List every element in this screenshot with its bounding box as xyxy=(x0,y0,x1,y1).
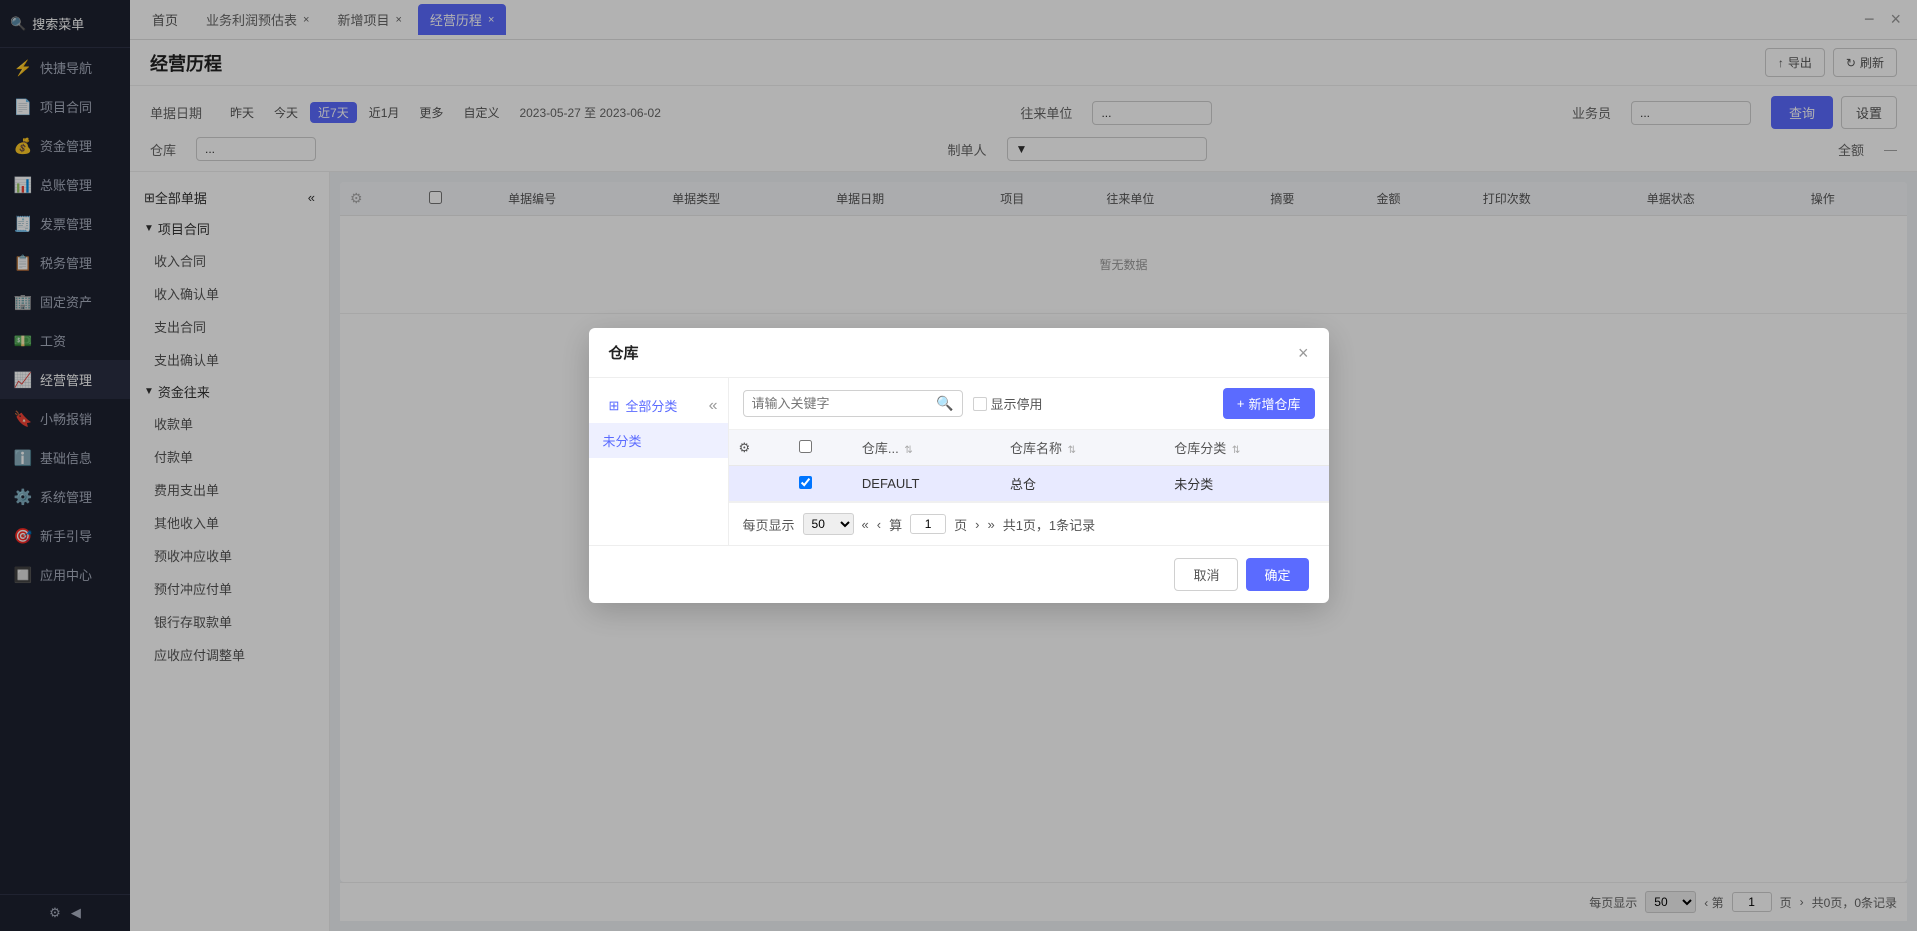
warehouse-modal: 仓库 × ⊞ 全部分类 « 未分类 xyxy=(589,328,1329,603)
modal-left-collapse-btn[interactable]: « xyxy=(705,393,722,419)
modal-header: 仓库 × xyxy=(589,328,1329,378)
modal-search-input[interactable] xyxy=(752,396,933,411)
modal-per-page-label: 每页显示 xyxy=(743,515,795,534)
modal-first-btn[interactable]: « xyxy=(862,517,869,532)
modal-footer: 每页显示 50 100 « ‹ 算 页 › » 共1页，1条记录 xyxy=(729,502,1329,545)
modal-prev-btn[interactable]: ‹ xyxy=(877,517,881,532)
modal-left-panel: ⊞ 全部分类 « 未分类 xyxy=(589,378,729,545)
modal-col-code: 仓库... ⇅ xyxy=(852,430,1000,466)
modal-total: 共1页，1条记录 xyxy=(1003,515,1095,534)
show-disabled-toggle[interactable]: 显示停用 xyxy=(973,394,1043,413)
modal-per-page-select[interactable]: 50 100 xyxy=(803,513,854,535)
table-row[interactable]: DEFAULT 总仓 未分类 xyxy=(729,466,1329,502)
confirm-button[interactable]: 确定 xyxy=(1246,558,1308,591)
grid-icon-modal: ⊞ xyxy=(609,398,620,414)
row-category-cell: 未分类 xyxy=(1164,466,1328,502)
modal-table: ⚙ 仓库... ⇅ 仓库名称 ⇅ xyxy=(729,430,1329,502)
modal-select-all[interactable] xyxy=(799,440,812,453)
modal-title: 仓库 xyxy=(609,342,639,363)
modal-col-category: 仓库分类 ⇅ xyxy=(1164,430,1328,466)
modal-all-categories[interactable]: ⊞ 全部分类 xyxy=(595,388,692,423)
sort-icon-category[interactable]: ⇅ xyxy=(1232,445,1240,456)
row-settings-cell xyxy=(729,466,789,502)
modal-gear-icon[interactable]: ⚙ xyxy=(739,440,751,455)
modal-table-wrap: ⚙ 仓库... ⇅ 仓库名称 ⇅ xyxy=(729,430,1329,502)
modal-uncategorized[interactable]: 未分类 xyxy=(589,423,728,458)
modal-overlay[interactable]: 仓库 × ⊞ 全部分类 « 未分类 xyxy=(0,0,1917,931)
show-disabled-checkbox[interactable] xyxy=(973,397,987,411)
modal-col-settings: ⚙ xyxy=(729,430,789,466)
modal-search-box[interactable]: 🔍 xyxy=(743,390,963,417)
row-code-cell: DEFAULT xyxy=(852,466,1000,502)
add-icon: + xyxy=(1237,396,1245,411)
row-checkbox-cell[interactable] xyxy=(789,466,852,502)
modal-toolbar: 🔍 显示停用 + 新增仓库 xyxy=(729,378,1329,430)
modal-right-panel: 🔍 显示停用 + 新增仓库 ⚙ xyxy=(729,378,1329,545)
row-checkbox[interactable] xyxy=(799,476,812,489)
uncategorized-label: 未分类 xyxy=(603,434,642,449)
modal-page-input[interactable] xyxy=(910,514,946,534)
modal-close-button[interactable]: × xyxy=(1298,344,1309,362)
modal-col-code-label: 仓库... xyxy=(862,441,899,456)
modal-body: ⊞ 全部分类 « 未分类 🔍 显 xyxy=(589,378,1329,545)
cancel-button[interactable]: 取消 xyxy=(1174,558,1238,591)
modal-col-name: 仓库名称 ⇅ xyxy=(1000,430,1164,466)
modal-actions: 取消 确定 xyxy=(589,545,1329,603)
modal-col-category-label: 仓库分类 xyxy=(1174,441,1226,456)
modal-col-checkbox xyxy=(789,430,852,466)
row-name-cell: 总仓 xyxy=(1000,466,1164,502)
add-warehouse-button[interactable]: + 新增仓库 xyxy=(1223,388,1315,419)
modal-next-btn[interactable]: › xyxy=(975,517,979,532)
sort-icon-code[interactable]: ⇅ xyxy=(904,445,912,456)
modal-page-label: 算 xyxy=(889,515,902,534)
modal-col-name-label: 仓库名称 xyxy=(1010,441,1062,456)
show-disabled-label: 显示停用 xyxy=(991,394,1043,413)
all-categories-label: 全部分类 xyxy=(625,396,677,415)
modal-last-btn[interactable]: » xyxy=(987,517,994,532)
modal-search-icon: 🔍 xyxy=(936,395,953,412)
sort-icon-name[interactable]: ⇅ xyxy=(1068,445,1076,456)
add-warehouse-label: 新增仓库 xyxy=(1248,394,1300,413)
modal-page-suffix: 页 xyxy=(954,515,967,534)
